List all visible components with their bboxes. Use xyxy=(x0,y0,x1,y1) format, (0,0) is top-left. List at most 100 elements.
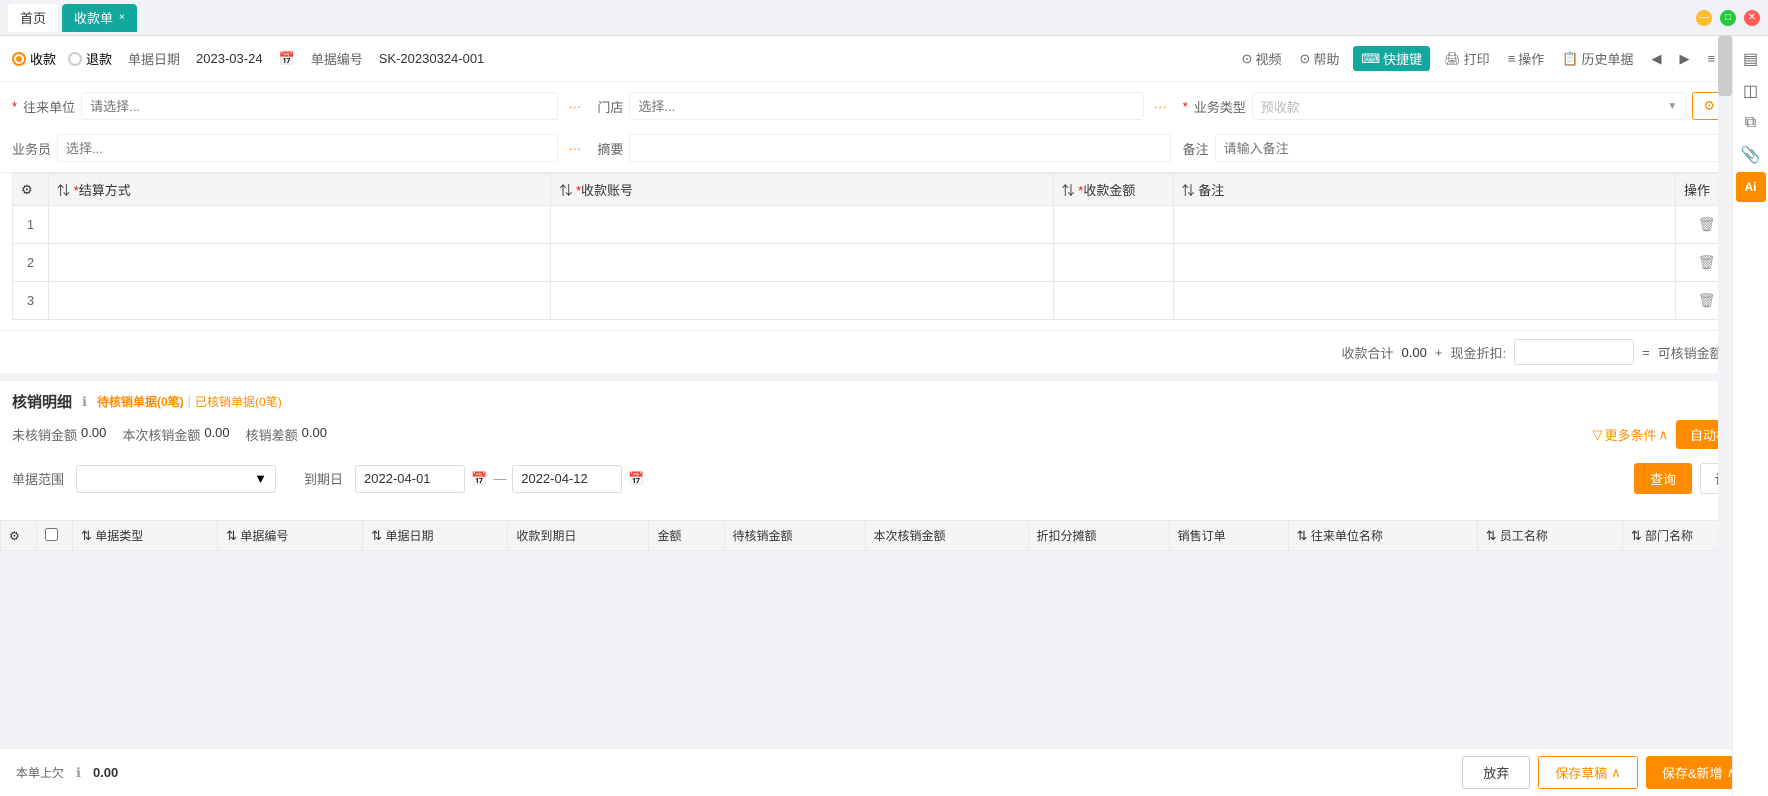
row-3-account-input[interactable] xyxy=(551,282,1052,319)
store-input[interactable] xyxy=(629,92,1143,120)
row-2-remark-input[interactable] xyxy=(1174,244,1675,281)
counterpart-input[interactable] xyxy=(81,92,558,120)
more-conditions-label: 更多条件 xyxy=(1604,425,1656,444)
row-3-settle[interactable] xyxy=(49,282,551,320)
summary-input[interactable] xyxy=(629,134,1170,162)
bottom-table-section: ⚙ ⇅ 单据类型 ⇅ 单据编号 ⇅ 单据日期 收款到期日 金额 待核销金额 本次… xyxy=(0,520,1768,551)
shortcut-btn[interactable]: ⌨ 快捷键 xyxy=(1353,46,1430,71)
btable-gear-header[interactable]: ⚙ xyxy=(1,521,37,551)
row-1-delete-btn[interactable]: 🗑 xyxy=(1698,216,1716,233)
tab-done[interactable]: 已核销单据(0笔) xyxy=(195,393,282,410)
tab-home[interactable]: 首页 xyxy=(8,4,58,32)
scrollbar-thumb[interactable] xyxy=(1718,36,1732,96)
calendar-to-icon[interactable]: 📅 xyxy=(628,471,644,487)
window-minimize-btn[interactable]: — xyxy=(1696,10,1712,26)
row-3-amount-input[interactable] xyxy=(1054,282,1173,319)
more-conditions-btn[interactable]: ▽ 更多条件 ∧ xyxy=(1592,425,1668,444)
row-2-account-input[interactable] xyxy=(551,244,1052,281)
verification-title: 核销明细 xyxy=(12,391,72,412)
select-all-checkbox[interactable] xyxy=(45,528,58,541)
row-1-account[interactable] xyxy=(551,206,1053,244)
row-1-settle[interactable] xyxy=(49,206,551,244)
biz-type-field: * 业务类型 预收款 ▼ ⚙ 设置 xyxy=(1183,92,1756,120)
range-select[interactable]: ▼ xyxy=(76,465,276,493)
sidebar-icon-attach[interactable]: 📎 xyxy=(1736,140,1766,170)
row-1-amount[interactable] xyxy=(1053,206,1173,244)
radio-refund-circle xyxy=(68,52,82,66)
sidebar-icon-grid[interactable]: ⧉ xyxy=(1736,108,1766,138)
row-3-settle-input[interactable] xyxy=(49,282,550,319)
row-3-delete-btn[interactable]: 🗑 xyxy=(1698,292,1716,309)
verification-info-icon[interactable]: ℹ xyxy=(82,394,87,410)
row-1-remark-input[interactable] xyxy=(1174,206,1675,243)
view-list-icon: ≡ xyxy=(1708,51,1716,66)
filter-row: 单据范围 ▼ 到期日 📅 — 📅 查询 设置 xyxy=(12,455,1756,502)
nav-prev-btn[interactable]: ◀ xyxy=(1648,49,1666,69)
table-gear-header[interactable]: ⚙ xyxy=(13,174,49,206)
date-from-input[interactable] xyxy=(355,465,465,493)
nav-prev-icon: ◀ xyxy=(1652,51,1662,67)
sort-8: ⇅ xyxy=(1297,528,1308,543)
row-3-remark-input[interactable] xyxy=(1174,282,1675,319)
biz-type-select[interactable]: 预收款 ▼ xyxy=(1252,92,1687,120)
nav-next-btn[interactable]: ▶ xyxy=(1676,49,1694,69)
counterpart-more-btn[interactable]: ··· xyxy=(564,99,585,114)
row-2-amount-input[interactable] xyxy=(1054,244,1173,281)
row-1-account-input[interactable] xyxy=(551,206,1052,243)
row-3-account[interactable] xyxy=(551,282,1053,320)
diff-label: 核销差额 xyxy=(246,425,298,444)
tab-close-icon[interactable]: × xyxy=(119,12,125,23)
row-1-amount-input[interactable] xyxy=(1054,206,1173,243)
row-2-num: 2 xyxy=(13,244,49,282)
store-more-btn[interactable]: ··· xyxy=(1150,99,1171,114)
radio-refund[interactable]: 退款 xyxy=(68,49,112,68)
video-btn[interactable]: ⊙ 视频 xyxy=(1238,47,1286,70)
abandon-btn[interactable]: 放弃 xyxy=(1462,756,1530,789)
btable-header-counterpart: ⇅ 往来单位名称 xyxy=(1288,521,1477,551)
window-close-btn[interactable]: ✕ xyxy=(1744,10,1760,26)
due-label: 到期日 xyxy=(304,469,343,488)
help-btn[interactable]: ⊙ 帮助 xyxy=(1295,47,1343,70)
sidebar-icon-table[interactable]: ▤ xyxy=(1736,44,1766,74)
equals-sign: = xyxy=(1642,345,1650,360)
query-btn[interactable]: 查询 xyxy=(1634,463,1692,494)
calendar-icon[interactable]: 📅 xyxy=(279,51,295,67)
sidebar-icon-layout[interactable]: ◫ xyxy=(1736,76,1766,106)
print-btn[interactable]: 🖨 打印 xyxy=(1440,47,1494,70)
row-1-remark[interactable] xyxy=(1173,206,1675,244)
row-2-delete-btn[interactable]: 🗑 xyxy=(1698,254,1716,271)
row-3-remark[interactable] xyxy=(1173,282,1675,320)
sidebar-icon-ai[interactable]: Ai xyxy=(1736,172,1766,202)
operation-btn[interactable]: ≡ 操作 xyxy=(1504,47,1549,70)
save-draft-btn[interactable]: 保存草稿 ∧ xyxy=(1538,756,1638,789)
row-2-settle[interactable] xyxy=(49,244,551,282)
row-2-remark[interactable] xyxy=(1173,244,1675,282)
save-new-label: 保存&新增 xyxy=(1662,763,1723,782)
scrollbar-track[interactable] xyxy=(1718,36,1732,748)
date-label: 单据日期 xyxy=(128,49,180,68)
row-2-amount[interactable] xyxy=(1053,244,1173,282)
view-list-btn[interactable]: ≡ xyxy=(1704,49,1720,68)
window-maximize-btn[interactable]: □ xyxy=(1720,10,1736,26)
staff-more-btn[interactable]: ··· xyxy=(564,141,585,156)
sort-6: ⇅ xyxy=(226,528,237,543)
row-3-amount[interactable] xyxy=(1053,282,1173,320)
radio-receipt[interactable]: 收款 xyxy=(12,49,56,68)
discount-input[interactable] xyxy=(1514,339,1634,365)
tab-receipts[interactable]: 收款单 × xyxy=(62,4,137,32)
stats-row: 未核销金额 0.00 本次核销金额 0.00 核销差额 0.00 xyxy=(12,421,327,448)
row-2-account[interactable] xyxy=(551,244,1053,282)
row-2-settle-input[interactable] xyxy=(49,244,550,281)
history-btn[interactable]: 📋 历史单据 xyxy=(1558,47,1637,70)
calendar-from-icon[interactable]: 📅 xyxy=(471,471,487,487)
sort-icon-4: ⇅ xyxy=(1182,183,1195,198)
help-icon: ⊙ xyxy=(1299,51,1310,67)
btable-header-amount: 金额 xyxy=(649,521,724,551)
remark-input[interactable] xyxy=(1215,134,1756,162)
date-to-input[interactable] xyxy=(512,465,622,493)
row-1-settle-input[interactable] xyxy=(49,206,550,243)
footer-info-icon[interactable]: ℹ xyxy=(76,765,81,781)
staff-input[interactable] xyxy=(57,134,558,162)
unchecked-label: 未核销金额 xyxy=(12,425,77,444)
tab-pending[interactable]: 待核销单据(0笔) xyxy=(97,393,184,410)
